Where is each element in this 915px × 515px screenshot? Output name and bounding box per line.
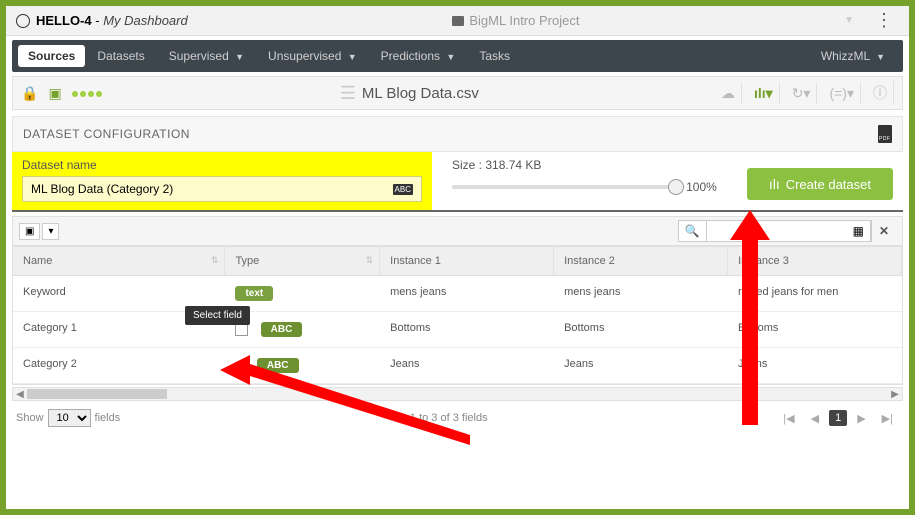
type-tag-abc: ABC <box>261 322 303 337</box>
pagesize-select[interactable]: 10 <box>48 409 91 427</box>
cell-instance: Jeans <box>380 348 554 383</box>
slider-thumb[interactable] <box>668 179 684 195</box>
kebab-menu-icon[interactable]: ⋮ <box>869 10 899 31</box>
search-lang-icon[interactable]: ▦ <box>847 221 871 241</box>
cell-instance: Jeans <box>728 348 902 383</box>
globe-icon <box>16 14 30 28</box>
table-footer: Show 10 fields 1 to 3 of 3 fields |◀ ◀ 1… <box>12 403 903 433</box>
size-slider[interactable] <box>452 185 676 189</box>
project-selector[interactable]: BigML Intro Project <box>188 13 844 28</box>
search-icon[interactable]: 🔍 <box>679 221 707 241</box>
slider-percent: 100% <box>686 180 717 194</box>
refresh-icon[interactable]: ↻▾ <box>786 83 818 104</box>
info-icon[interactable]: ⓘ <box>867 81 894 105</box>
th-instance1[interactable]: Instance 1 <box>380 247 554 275</box>
pager-prev-icon[interactable]: ◀ <box>805 410 825 427</box>
type-tag-text: text <box>235 286 273 301</box>
section-title: DATASET CONFIGURATION <box>12 116 903 152</box>
cell-instance: Bottoms <box>554 312 728 347</box>
fields-table: Name⇅ Type⇅ Instance 1 Instance 2 Instan… <box>12 246 903 385</box>
scroll-left-icon[interactable]: ◀ <box>13 389 27 400</box>
pager: |◀ ◀ 1 ▶ ▶| <box>777 410 899 427</box>
pager-page[interactable]: 1 <box>829 410 847 426</box>
tab-sources[interactable]: Sources <box>18 45 85 67</box>
cell-instance: Bottoms <box>380 312 554 347</box>
cell-instance: mens jeans <box>554 276 728 311</box>
cloud-icon[interactable]: ☁ <box>715 83 742 104</box>
pager-next-icon[interactable]: ▶ <box>851 410 871 427</box>
tab-supervised[interactable]: Supervised ▼ <box>157 43 256 69</box>
dataset-name-label: Dataset name <box>22 158 422 172</box>
main-nav: Sources Datasets Supervised ▼ Unsupervis… <box>12 40 903 72</box>
status-dots <box>72 86 104 100</box>
th-name[interactable]: Name⇅ <box>13 247 225 275</box>
th-instance2[interactable]: Instance 2 <box>554 247 728 275</box>
th-type[interactable]: Type⇅ <box>225 247 380 275</box>
range-label: 1 to 3 of 3 fields <box>120 412 777 424</box>
toggle-dropdown-button[interactable]: ▾ <box>42 223 59 240</box>
tab-datasets[interactable]: Datasets <box>85 43 156 69</box>
table-row: Category 2 ABC Jeans Jeans Jeans <box>13 348 902 384</box>
source-toolbar: 🔒 ▣ ☰ ML Blog Data.csv ☁ ılı▾ ↻▾ (=)▾ ⓘ <box>12 76 903 110</box>
pdf-icon[interactable] <box>878 125 892 143</box>
search-wrap: 🔍 ▦ <box>678 220 872 242</box>
create-dataset-button[interactable]: ılı Create dataset <box>747 168 893 200</box>
cell-type: ABC <box>225 348 380 383</box>
cell-instance: mens jeans <box>380 276 554 311</box>
titlebar: HELLO-4 - My Dashboard BigML Intro Proje… <box>6 6 909 36</box>
tab-whizzml[interactable]: WhizzML ▼ <box>809 43 897 69</box>
th-instance3[interactable]: Instance 3 <box>728 247 902 275</box>
source-filename: ML Blog Data.csv <box>362 85 479 102</box>
table-row: Select field Category 1 ABC Bottoms Bott… <box>13 312 902 348</box>
scroll-right-icon[interactable]: ▶ <box>888 389 902 400</box>
database-icon: ☰ <box>340 83 356 104</box>
horizontal-scrollbar[interactable]: ◀ ▶ <box>12 387 903 401</box>
table-row: Keyword text mens jeans mens jeans rippe… <box>13 276 902 312</box>
tab-predictions[interactable]: Predictions ▼ <box>369 43 468 69</box>
cell-instance: ripped jeans for men <box>728 276 902 311</box>
cell-name: Category 2 <box>13 348 225 383</box>
clear-search-button[interactable]: ✕ <box>872 221 896 241</box>
search-input[interactable] <box>707 222 847 240</box>
tab-unsupervised[interactable]: Unsupervised ▼ <box>256 43 369 69</box>
type-tag-abc: ABC <box>257 358 299 373</box>
equals-icon[interactable]: (=)▾ <box>823 83 861 104</box>
tab-tasks[interactable]: Tasks <box>467 43 522 69</box>
pager-last-icon[interactable]: ▶| <box>876 410 899 427</box>
dataset-bars-icon: ılı <box>769 176 780 192</box>
scrollbar-thumb[interactable] <box>27 389 167 399</box>
source-icon[interactable]: ▣ <box>48 85 61 102</box>
lang-badge-icon: ABC <box>393 184 413 195</box>
table-header: Name⇅ Type⇅ Instance 1 Instance 2 Instan… <box>13 247 902 276</box>
select-field-tooltip: Select field <box>185 306 250 325</box>
filter-bar: ▣ ▾ 🔍 ▦ ✕ <box>12 216 903 246</box>
dataset-name-panel: Dataset name ML Blog Data (Category 2) A… <box>12 152 432 210</box>
show-label: Show <box>16 412 44 424</box>
cell-instance: Bottoms <box>728 312 902 347</box>
fields-label: fields <box>95 412 121 424</box>
lock-icon[interactable]: 🔒 <box>21 85 38 102</box>
workspace-title: HELLO-4 - My Dashboard <box>36 13 188 28</box>
toggle-columns-button[interactable]: ▣ <box>19 223 40 240</box>
histogram-icon[interactable]: ılı▾ <box>748 83 780 104</box>
cell-instance: Jeans <box>554 348 728 383</box>
size-label: Size : 318.74 KB <box>452 158 717 172</box>
folder-icon <box>452 16 464 26</box>
pager-first-icon[interactable]: |◀ <box>777 410 800 427</box>
project-caret-icon[interactable]: ▼ <box>844 15 854 26</box>
dataset-name-input[interactable]: ML Blog Data (Category 2) ABC <box>22 176 422 202</box>
size-panel: Size : 318.74 KB 100% <box>432 152 737 210</box>
